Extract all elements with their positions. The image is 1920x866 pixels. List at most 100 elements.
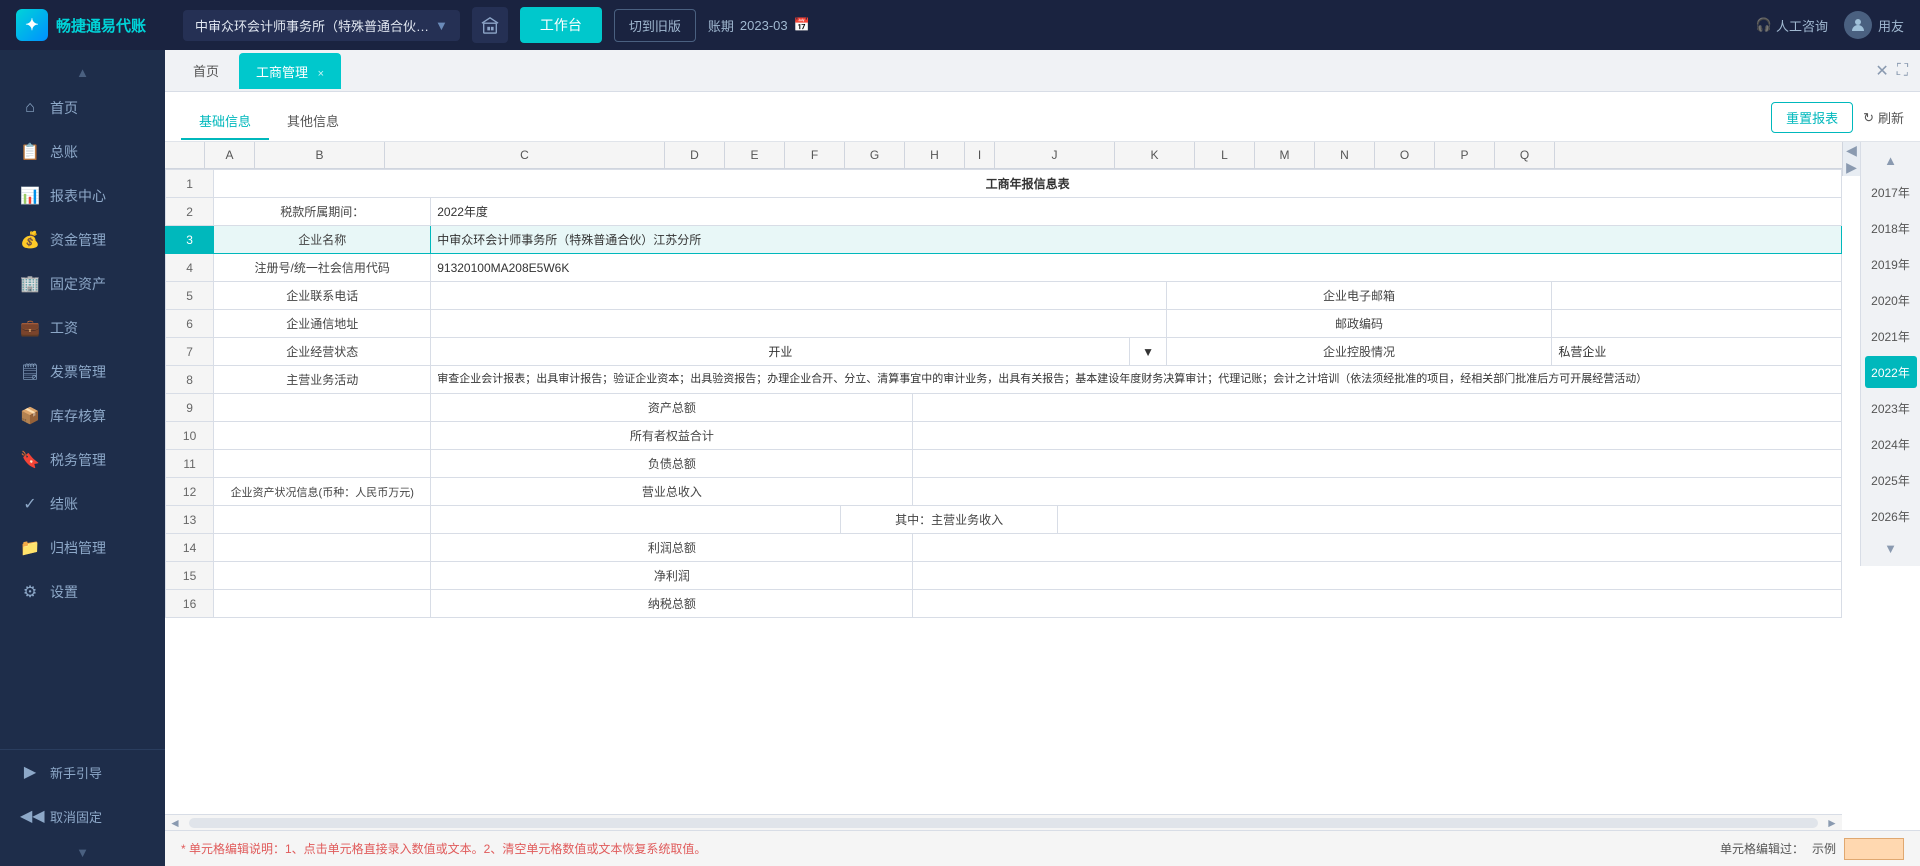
sidebar-item-inventory[interactable]: 📦 库存核算 xyxy=(0,394,165,438)
cell-15-value[interactable] xyxy=(913,562,1842,590)
sidebar-label-ledger: 总账 xyxy=(50,142,78,162)
sample-label: 示例 xyxy=(1812,840,1836,857)
col-header-o: O xyxy=(1375,142,1435,168)
calendar-icon[interactable]: 📅 xyxy=(794,17,810,33)
cell-6-zip[interactable] xyxy=(1552,310,1842,338)
table-row: 12 企业资产状况信息(币种：人民币万元) 营业总收入 xyxy=(166,478,1842,506)
period-area: 账期 2023-03 📅 xyxy=(708,16,810,35)
cell-7-dropdown[interactable]: ▼ xyxy=(1130,338,1166,366)
col-header-p: P xyxy=(1435,142,1495,168)
cell-13-value[interactable] xyxy=(1058,506,1842,534)
cell-3-label: 企业名称 xyxy=(214,226,431,254)
spreadsheet-table[interactable]: 1 工商年报信息表 2 税款所属期间： 2022年度 xyxy=(165,169,1842,814)
sidebar-item-assets[interactable]: 🏢 固定资产 xyxy=(0,262,165,306)
sidebar-item-unpin[interactable]: ◀◀ 取消固定 xyxy=(0,794,165,838)
cell-2-label: 税款所属期间： xyxy=(214,198,431,226)
cell-2-value[interactable]: 2022年度 xyxy=(431,198,1842,226)
workbench-button[interactable]: 工作台 xyxy=(520,7,602,43)
sidebar-item-closing[interactable]: ✓ 结账 xyxy=(0,482,165,526)
year-btn-2021[interactable]: 2021年 xyxy=(1865,320,1917,352)
cell-12-group-label: 企业资产状况信息(币种：人民币万元) xyxy=(214,478,431,506)
row-num-2: 2 xyxy=(166,198,214,226)
row-num-3: 3 xyxy=(166,226,214,254)
cell-4-value[interactable]: 91320100MA208E5W6K xyxy=(431,254,1842,282)
newbie-icon: ▶ xyxy=(20,762,40,782)
tab-active[interactable]: 工商管理 × xyxy=(239,53,341,89)
assets-icon: 🏢 xyxy=(20,274,40,294)
panel-collapse-button[interactable]: ◀ ▶ xyxy=(1842,142,1860,176)
cell-11-value[interactable] xyxy=(913,450,1842,478)
cell-11-label: 负债总额 xyxy=(431,450,913,478)
tab-close-button[interactable]: × xyxy=(318,68,324,80)
cell-10-value[interactable] xyxy=(913,422,1842,450)
cell-14-value[interactable] xyxy=(913,534,1842,562)
company-settings-button[interactable] xyxy=(472,7,508,43)
year-btn-2026[interactable]: 2026年 xyxy=(1865,500,1917,532)
company-selector[interactable]: 中审众环会计师事务所（特殊普通合伙… ▼ xyxy=(183,10,460,41)
col-header-f: F xyxy=(785,142,845,168)
sidebar-footer: ▶ 新手引导 ◀◀ 取消固定 xyxy=(0,749,165,838)
cell-9-empty xyxy=(214,394,431,422)
cell-7-label: 企业经营状态 xyxy=(214,338,431,366)
cell-5-phone[interactable] xyxy=(431,282,1166,310)
resize-window-button[interactable]: ⛶ xyxy=(1897,62,1908,80)
cell-6-address[interactable] xyxy=(431,310,1166,338)
table-row-highlighted: 3 企业名称 中审众环会计师事务所（特殊普通合伙）江苏分所 xyxy=(166,226,1842,254)
year-btn-2019[interactable]: 2019年 xyxy=(1865,248,1917,280)
spreadsheet-wrapper: A B C D E F G H I J K L M N O xyxy=(165,142,1920,830)
year-btn-2024[interactable]: 2024年 xyxy=(1865,428,1917,460)
reset-report-button[interactable]: 重置报表 xyxy=(1771,102,1853,133)
year-btn-2018[interactable]: 2018年 xyxy=(1865,212,1917,244)
sidebar-scroll-up[interactable]: ▲ xyxy=(0,58,165,86)
sidebar-item-tax[interactable]: 🔖 税务管理 xyxy=(0,438,165,482)
close-window-button[interactable]: ✕ xyxy=(1875,61,1888,81)
cell-3-value[interactable]: 中审众环会计师事务所（特殊普通合伙）江苏分所 xyxy=(431,226,1842,254)
sidebar-item-ledger[interactable]: 📋 总账 xyxy=(0,130,165,174)
sidebar-label-closing: 结账 xyxy=(50,494,78,514)
year-scroll-up-button[interactable]: ▲ xyxy=(1865,146,1917,174)
cell-14-label: 利润总额 xyxy=(431,534,913,562)
period-label: 账期 xyxy=(708,16,734,35)
sidebar-item-finance[interactable]: 💰 资金管理 xyxy=(0,218,165,262)
cell-15-label: 净利润 xyxy=(431,562,913,590)
year-scroll-down-button[interactable]: ▼ xyxy=(1865,534,1917,562)
h-scroll-left-button[interactable]: ◄ xyxy=(165,816,185,830)
support-button[interactable]: 🎧 人工咨询 xyxy=(1756,16,1828,35)
sidebar-item-newbie[interactable]: ▶ 新手引导 xyxy=(0,750,165,794)
sidebar-scroll-down[interactable]: ▼ xyxy=(0,838,165,866)
refresh-button[interactable]: ↻ 刷新 xyxy=(1863,108,1904,127)
sidebar-item-salary[interactable]: 💼 工资 xyxy=(0,306,165,350)
cell-5-email[interactable] xyxy=(1552,282,1842,310)
cell-title[interactable]: 工商年报信息表 xyxy=(214,170,1842,198)
sub-tab-other[interactable]: 其他信息 xyxy=(269,103,357,140)
cell-7-hold-value[interactable]: 私营企业 xyxy=(1552,338,1842,366)
cell-12-value[interactable] xyxy=(913,478,1842,506)
year-btn-2017[interactable]: 2017年 xyxy=(1865,176,1917,208)
cell-16-value[interactable] xyxy=(913,590,1842,618)
h-scroll-right-button[interactable]: ► xyxy=(1822,816,1842,830)
invoice-icon: 🗒 xyxy=(20,362,40,382)
sidebar-item-archive[interactable]: 📁 归档管理 xyxy=(0,526,165,570)
cell-16-empty xyxy=(214,590,431,618)
sidebar-label-invoice: 发票管理 xyxy=(50,362,106,382)
tab-home[interactable]: 首页 xyxy=(177,53,235,88)
table-row: 11 负债总额 xyxy=(166,450,1842,478)
sidebar-item-report[interactable]: 📊 报表中心 xyxy=(0,174,165,218)
switch-version-button[interactable]: 切到旧版 xyxy=(614,9,696,42)
h-scroll-track[interactable] xyxy=(189,818,1818,828)
cell-9-value[interactable] xyxy=(913,394,1842,422)
sidebar-item-invoice[interactable]: 🗒 发票管理 xyxy=(0,350,165,394)
sidebar-item-settings[interactable]: ⚙ 设置 xyxy=(0,570,165,614)
col-header-b: B xyxy=(255,142,385,168)
year-btn-2025[interactable]: 2025年 xyxy=(1865,464,1917,496)
sidebar-item-home[interactable]: ⌂ 首页 xyxy=(0,86,165,130)
sub-tab-basic[interactable]: 基础信息 xyxy=(181,103,269,140)
year-btn-2022[interactable]: 2022年 xyxy=(1865,356,1917,388)
row-num-10: 10 xyxy=(166,422,214,450)
year-btn-2020[interactable]: 2020年 xyxy=(1865,284,1917,316)
sidebar-label-newbie: 新手引导 xyxy=(50,763,102,782)
user-area[interactable]: 用友 xyxy=(1844,11,1904,39)
year-btn-2023[interactable]: 2023年 xyxy=(1865,392,1917,424)
cell-7-status[interactable]: 开业 xyxy=(431,338,1130,366)
cell-8-value[interactable]: 审查企业会计报表；出具审计报告；验证企业资本；出具验资报告；办理企业合开、分立、… xyxy=(431,366,1842,394)
